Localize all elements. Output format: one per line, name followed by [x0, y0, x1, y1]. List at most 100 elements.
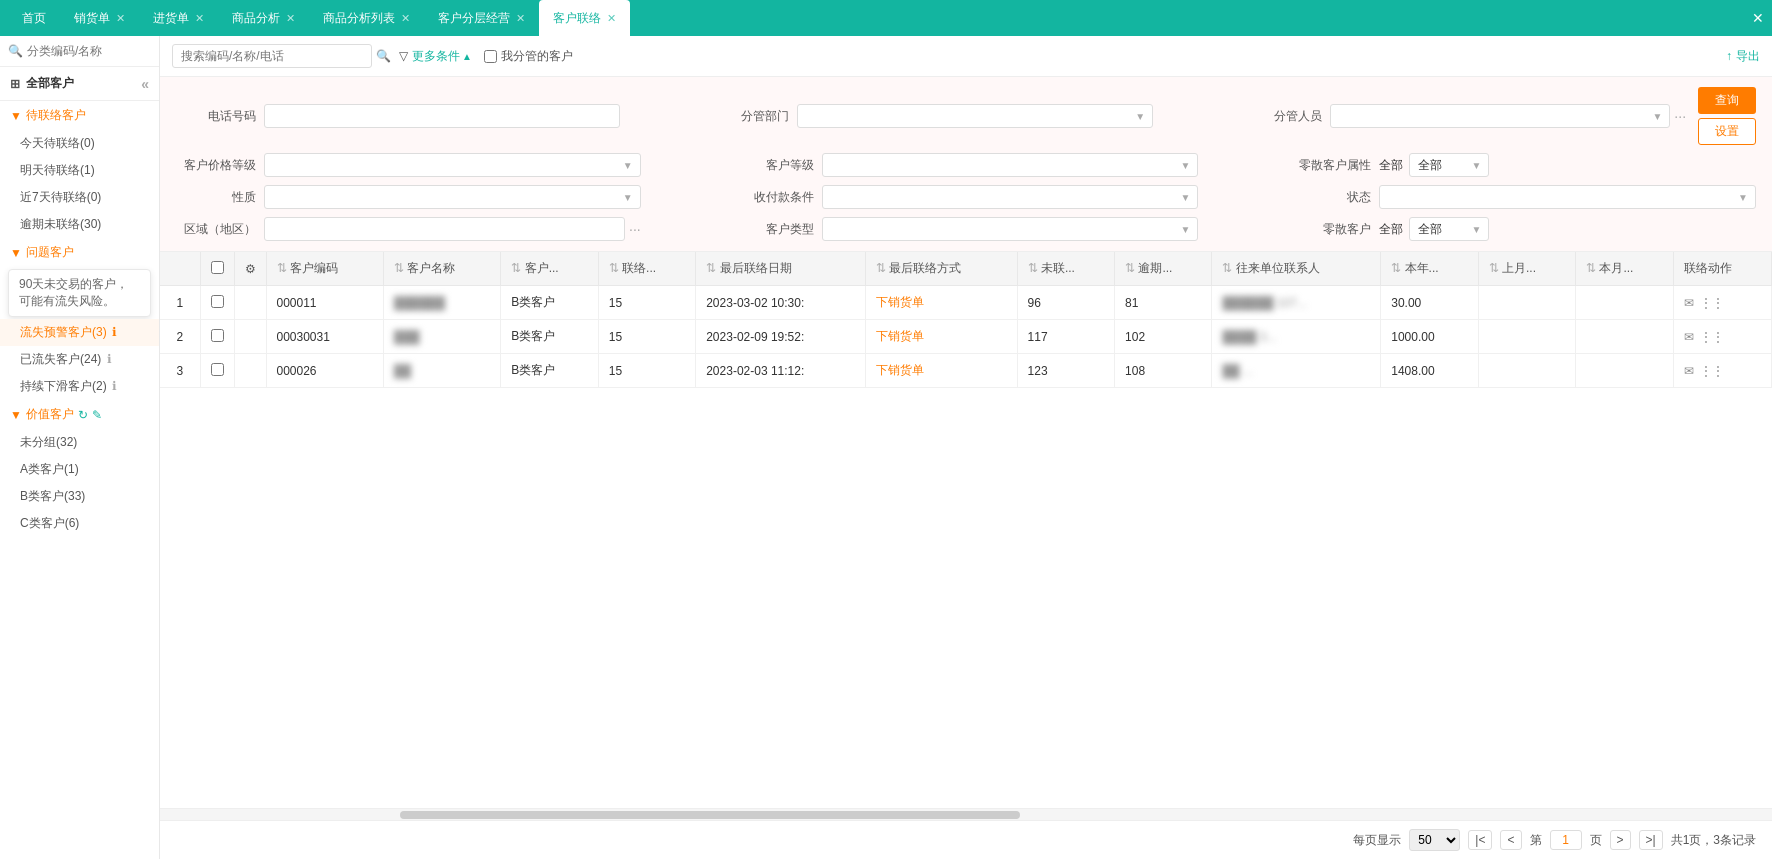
sort-icon: ⇅	[394, 261, 404, 275]
more-btn[interactable]: ···	[629, 221, 641, 237]
scrollbar-thumb[interactable]	[400, 811, 1020, 819]
row-this-month	[1576, 354, 1673, 388]
my-customers-checkbox[interactable]	[484, 50, 497, 63]
prev-page-btn[interactable]: <	[1500, 830, 1521, 850]
row-last-way[interactable]: 下销货单	[865, 320, 1017, 354]
search-btn-icon[interactable]: 🔍	[376, 49, 391, 63]
tab-analysis[interactable]: 商品分析 ✕	[218, 0, 309, 36]
tab-analysis-list[interactable]: 商品分析列表 ✕	[309, 0, 424, 36]
more-actions-icon[interactable]: ⋮⋮	[1700, 330, 1724, 344]
status-select[interactable]	[1379, 185, 1756, 209]
sidebar-item-churned[interactable]: 已流失客户(24) ℹ	[0, 346, 159, 373]
horizontal-scrollbar[interactable]	[160, 808, 1772, 820]
query-btn[interactable]: 查询	[1698, 87, 1756, 114]
dept-label: 分管部门	[709, 108, 789, 125]
region-input[interactable]	[264, 217, 625, 241]
row-last-way[interactable]: 下销货单	[865, 286, 1017, 320]
close-icon[interactable]: ✕	[516, 12, 525, 25]
sidebar-item-downgrade[interactable]: 持续下滑客户(2) ℹ	[0, 373, 159, 400]
main-search-input[interactable]	[172, 44, 372, 68]
row-last-way[interactable]: 下销货单	[865, 354, 1017, 388]
filter-row-2: 客户价格等级 ▼ 客户等级	[176, 153, 1756, 177]
contact-icon[interactable]: ✉	[1684, 330, 1694, 344]
sidebar-item-churn-warning[interactable]: 流失预警客户(3) ℹ	[0, 319, 159, 346]
contact-icon[interactable]: ✉	[1684, 364, 1694, 378]
phone-input[interactable]	[264, 104, 620, 128]
first-page-btn[interactable]: |<	[1468, 830, 1492, 850]
row-select-checkbox[interactable]	[211, 295, 224, 308]
row-checkbox	[200, 354, 234, 388]
advanced-filters: 电话号码 分管部门 ▼	[160, 77, 1772, 252]
sidebar-item-ungroup[interactable]: 未分组(32)	[0, 429, 159, 456]
sort-icon: ⇅	[1125, 261, 1135, 275]
zero-attr-select[interactable]: 全部	[1409, 153, 1489, 177]
sidebar-group-risk[interactable]: ▼ 问题客户	[0, 238, 159, 267]
row-no-contact: 96	[1017, 286, 1114, 320]
tab-customer-tier[interactable]: 客户分层经营 ✕	[424, 0, 539, 36]
row-unit-contact: ██████ 107...	[1212, 286, 1381, 320]
last-page-btn[interactable]: >|	[1639, 830, 1663, 850]
tab-sales[interactable]: 销货单 ✕	[60, 0, 139, 36]
tab-customer-contact[interactable]: 客户联络 ✕	[539, 0, 630, 36]
sidebar-item-classB[interactable]: B类客户(33)	[0, 483, 159, 510]
col-settings[interactable]: ⚙	[234, 252, 266, 286]
person-select[interactable]	[1330, 104, 1670, 128]
close-icon[interactable]: ✕	[607, 12, 616, 25]
sidebar-item-tomorrow[interactable]: 明天待联络(1)	[0, 157, 159, 184]
cust-type-select[interactable]	[822, 217, 1199, 241]
select-all-checkbox[interactable]	[211, 261, 224, 274]
tab-purchase[interactable]: 进货单 ✕	[139, 0, 218, 36]
row-action: ✉ ⋮⋮	[1673, 320, 1771, 354]
tab-home[interactable]: 首页	[8, 0, 60, 36]
sidebar-item-classC[interactable]: C类客户(6)	[0, 510, 159, 537]
payment-select[interactable]	[822, 185, 1199, 209]
edit-icon[interactable]: ✎	[92, 408, 102, 422]
sidebar-item-classA[interactable]: A类客户(1)	[0, 456, 159, 483]
status-label: 状态	[1291, 189, 1371, 206]
zero-retail-select[interactable]: 全部	[1409, 217, 1489, 241]
sidebar-item-week[interactable]: 近7天待联络(0)	[0, 184, 159, 211]
more-actions-icon[interactable]: ⋮⋮	[1700, 364, 1724, 378]
contact-icon[interactable]: ✉	[1684, 296, 1694, 310]
row-select-checkbox[interactable]	[211, 329, 224, 342]
row-last-month	[1478, 320, 1575, 354]
sidebar-item-today[interactable]: 今天待联络(0)	[0, 130, 159, 157]
more-conditions-btn[interactable]: ▽ 更多条件 ▲	[399, 48, 472, 65]
close-icon[interactable]: ✕	[195, 12, 204, 25]
close-icon[interactable]: ✕	[401, 12, 410, 25]
export-btn[interactable]: ↑ 导出	[1726, 48, 1760, 65]
price-tier-select[interactable]	[264, 153, 641, 177]
cust-tier-select[interactable]	[822, 153, 1199, 177]
filter-bar: 🔍 ▽ 更多条件 ▲ 我分管的客户 ↑ 导出	[160, 36, 1772, 77]
row-last-date: 2023-02-03 11:12:	[696, 354, 866, 388]
my-customers-checkbox-label[interactable]: 我分管的客户	[484, 48, 573, 65]
sidebar-group-pending[interactable]: ▼ 待联络客户	[0, 101, 159, 130]
phone-label: 电话号码	[176, 108, 256, 125]
collapse-icon[interactable]: «	[141, 76, 149, 92]
row-last-month	[1478, 286, 1575, 320]
all-customers-item[interactable]: ⊞ 全部客户 «	[0, 67, 159, 101]
more-actions-icon[interactable]: ⋮⋮	[1700, 296, 1724, 310]
close-icon[interactable]: ✕	[116, 12, 125, 25]
next-page-btn[interactable]: >	[1610, 830, 1631, 850]
refresh-icon[interactable]: ↻	[78, 408, 88, 422]
row-select-checkbox[interactable]	[211, 363, 224, 376]
row-no-contact: 117	[1017, 320, 1114, 354]
page-size-select[interactable]: 50 20 100	[1409, 829, 1460, 851]
page-number-input[interactable]	[1550, 830, 1582, 850]
zero-attr-label: 零散客户属性	[1291, 157, 1371, 174]
category-search-input[interactable]	[27, 44, 160, 58]
row-type: B类客户	[501, 286, 598, 320]
dept-select[interactable]	[797, 104, 1153, 128]
settings-btn[interactable]: 设置	[1698, 118, 1756, 145]
sidebar-group-value[interactable]: ▼ 价值客户 ↻ ✎	[0, 400, 159, 429]
close-icon[interactable]: ✕	[286, 12, 295, 25]
more-btn[interactable]: ···	[1674, 108, 1686, 124]
sort-icon: ⇅	[1391, 261, 1401, 275]
filter-row-4: 区域（地区） ··· 客户类型 ▼	[176, 217, 1756, 241]
close-window-btn[interactable]: ✕	[1752, 10, 1764, 26]
filter-phone: 电话号码	[176, 104, 620, 128]
col-contact: ⇅ 联络...	[598, 252, 695, 286]
nature-select[interactable]	[264, 185, 641, 209]
sidebar-item-overdue[interactable]: 逾期未联络(30)	[0, 211, 159, 238]
